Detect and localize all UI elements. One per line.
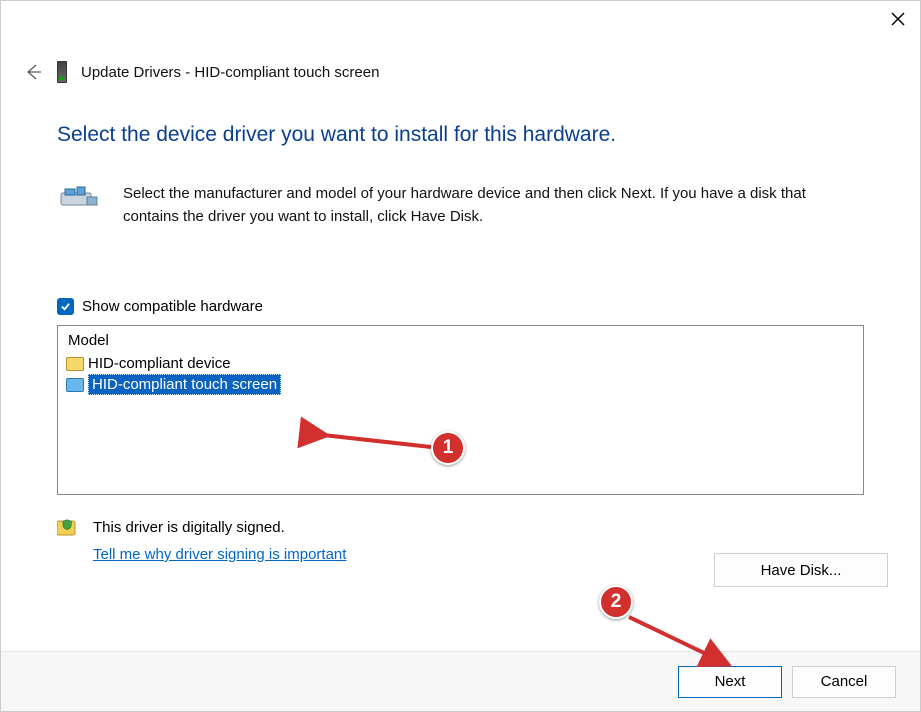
- driver-icon: [66, 357, 84, 371]
- footer: Next Cancel: [1, 651, 920, 711]
- driver-icon: [66, 378, 84, 392]
- header-row: Update Drivers - HID-compliant touch scr…: [1, 61, 920, 83]
- show-compatible-label: Show compatible hardware: [82, 298, 263, 315]
- close-icon: [891, 12, 905, 26]
- annotation-badge-1: 1: [431, 431, 465, 465]
- device-icon: [57, 61, 67, 83]
- model-item-hid-compliant-device[interactable]: HID-compliant device: [64, 354, 857, 373]
- page-heading: Select the device driver you want to ins…: [57, 123, 864, 147]
- model-list-header: Model: [64, 330, 857, 354]
- show-compatible-checkbox[interactable]: [57, 298, 74, 315]
- signed-text: This driver is digitally signed.: [93, 519, 346, 536]
- cancel-button[interactable]: Cancel: [792, 666, 896, 698]
- description-text: Select the manufacturer and model of you…: [123, 183, 864, 228]
- back-arrow-icon: [23, 62, 43, 82]
- signing-info-link[interactable]: Tell me why driver signing is important: [93, 546, 346, 563]
- back-button[interactable]: [23, 62, 43, 82]
- annotation-arrow-2: [625, 613, 735, 678]
- have-disk-button[interactable]: Have Disk...: [714, 553, 888, 587]
- update-drivers-window: Update Drivers - HID-compliant touch scr…: [0, 0, 921, 712]
- close-button[interactable]: [886, 7, 910, 31]
- window-title: Update Drivers - HID-compliant touch scr…: [81, 64, 379, 81]
- signed-icon: [57, 519, 79, 537]
- checkmark-icon: [60, 301, 71, 312]
- model-item-hid-compliant-touch-screen[interactable]: HID-compliant touch screen: [64, 373, 857, 396]
- description-row: Select the manufacturer and model of you…: [57, 183, 864, 228]
- signing-col: This driver is digitally signed. Tell me…: [93, 519, 346, 563]
- annotation-badge-2: 2: [599, 585, 633, 619]
- model-listbox[interactable]: Model HID-compliant device HID-compliant…: [57, 325, 864, 495]
- model-item-label: HID-compliant device: [88, 355, 231, 372]
- annotation-arrow-1: [317, 429, 437, 458]
- titlebar: [1, 1, 920, 39]
- show-compatible-row: Show compatible hardware: [57, 298, 864, 315]
- model-item-label: HID-compliant touch screen: [88, 374, 281, 395]
- hardware-icon: [57, 183, 101, 213]
